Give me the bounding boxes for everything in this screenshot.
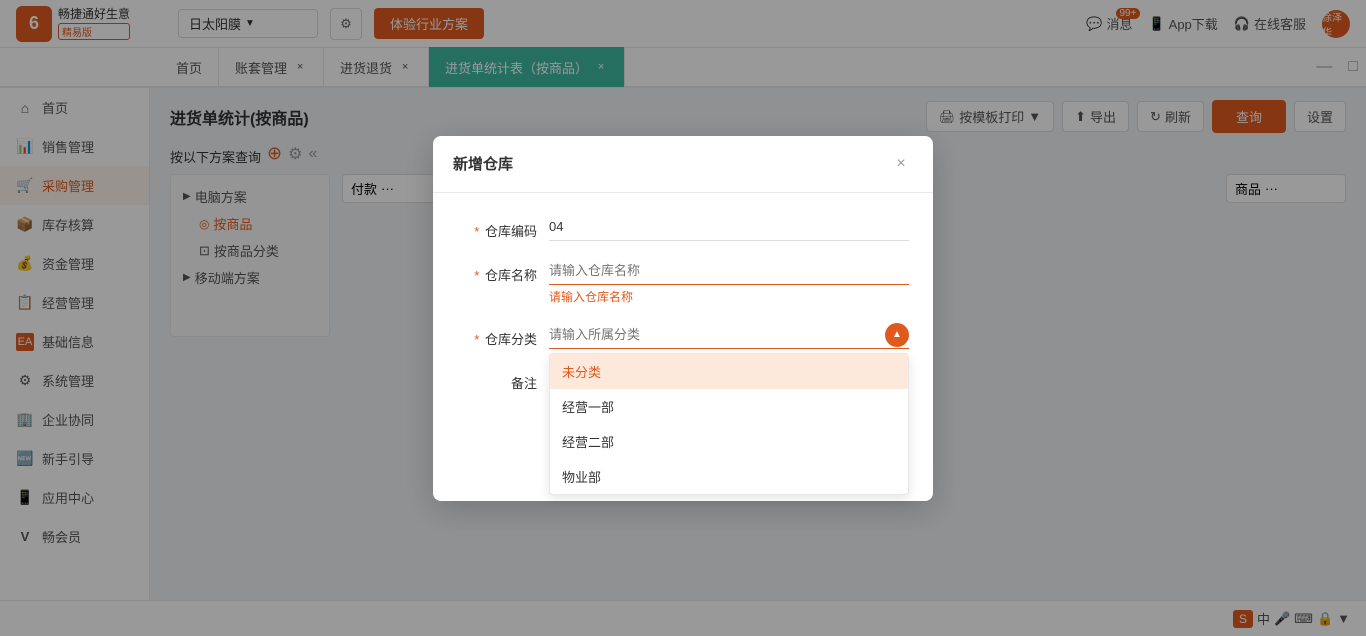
remark-label: 备注 — [457, 365, 537, 392]
name-label: * 仓库名称 — [457, 257, 537, 284]
modal-overlay[interactable]: 新增仓库 × * 仓库编码 * 仓库名称 — [0, 0, 1366, 636]
category-input[interactable] — [549, 321, 909, 349]
category-select-wrapper: ▲ — [549, 321, 909, 349]
code-label: * 仓库编码 — [457, 213, 537, 240]
code-form-row: * 仓库编码 — [457, 213, 909, 241]
category-dropdown: 未分类 经营一部 经营二部 物业部 — [549, 353, 909, 495]
category-label: * 仓库分类 — [457, 321, 537, 348]
category-form-row: * 仓库分类 ▲ 未分类 经营一部 — [457, 321, 909, 349]
name-field: 请输入仓库名称 — [549, 257, 909, 305]
category-chevron-icon[interactable]: ▲ — [885, 323, 909, 347]
name-error-msg: 请输入仓库名称 — [549, 288, 909, 305]
dialog-close-button[interactable]: × — [889, 152, 913, 176]
new-warehouse-dialog: 新增仓库 × * 仓库编码 * 仓库名称 — [433, 136, 933, 501]
dropdown-item-dept1[interactable]: 经营一部 — [550, 389, 908, 424]
code-input[interactable] — [549, 213, 909, 241]
dropdown-item-uncategorized[interactable]: 未分类 — [550, 354, 908, 389]
dialog-body: * 仓库编码 * 仓库名称 请输入仓库名称 — [433, 193, 933, 436]
name-form-row: * 仓库名称 请输入仓库名称 — [457, 257, 909, 305]
name-input[interactable] — [549, 257, 909, 285]
code-field — [549, 213, 909, 241]
category-field: ▲ 未分类 经营一部 经营二部 物业部 — [549, 321, 909, 349]
dropdown-item-dept2[interactable]: 经营二部 — [550, 424, 908, 459]
dropdown-item-property[interactable]: 物业部 — [550, 459, 908, 494]
dialog-header: 新增仓库 × — [433, 136, 933, 193]
dialog-title: 新增仓库 — [453, 153, 513, 174]
